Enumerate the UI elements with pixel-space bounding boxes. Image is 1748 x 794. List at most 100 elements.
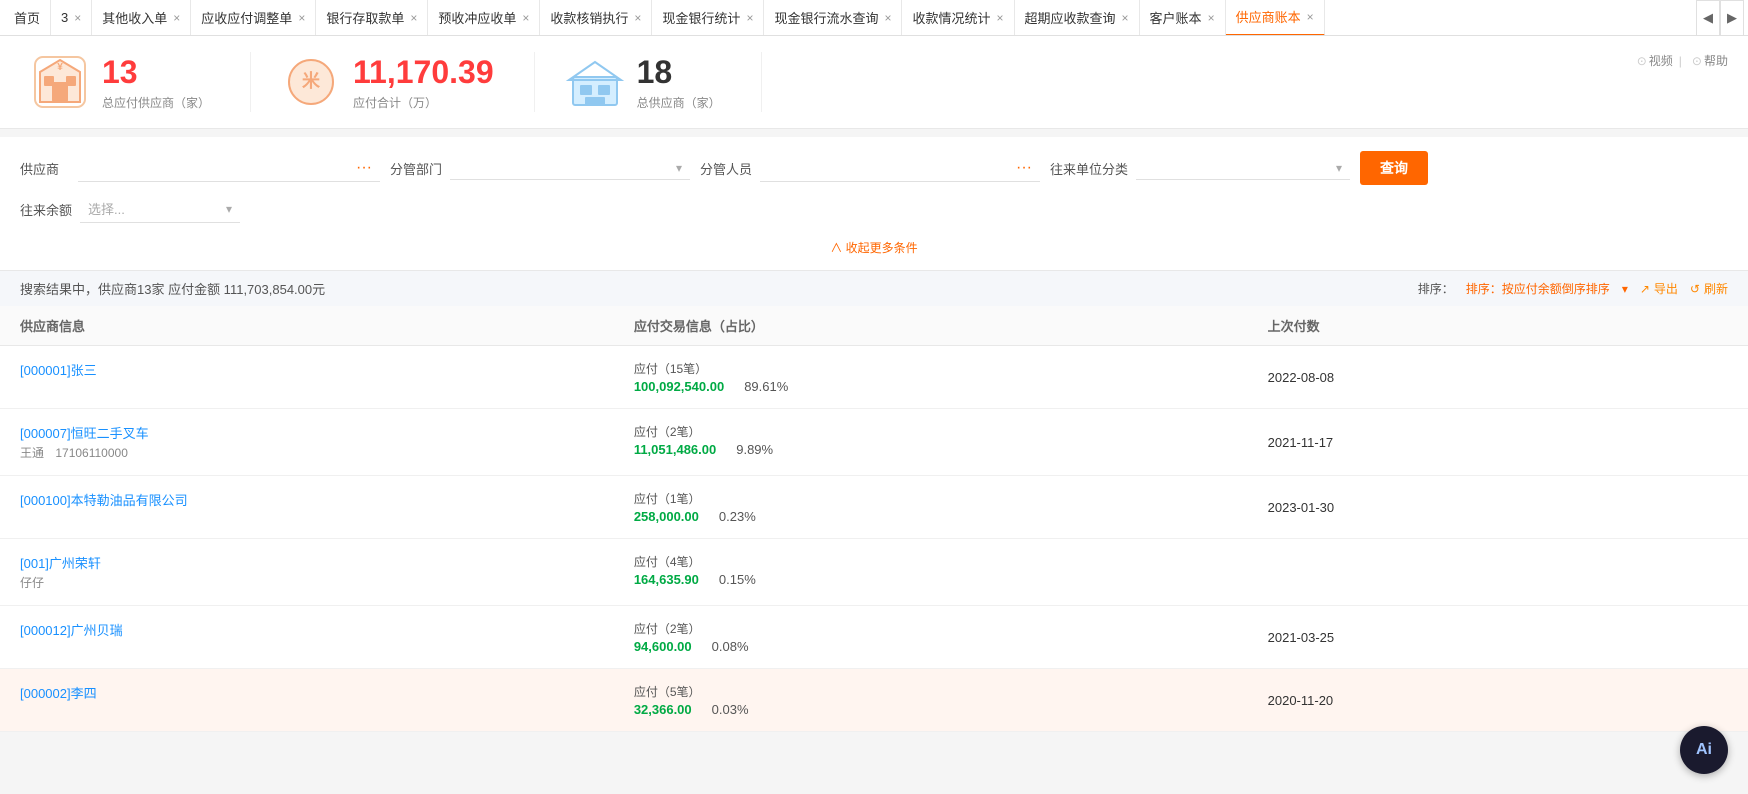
refresh-button[interactable]: ↺ 刷新 <box>1690 280 1728 297</box>
stat-total-label: 应付合计（万） <box>353 94 494 111</box>
supplier-input-container[interactable]: ··· <box>78 155 380 182</box>
supplier-name: [000002]李四 <box>20 683 634 702</box>
nav-tab-home-label: 首页 <box>14 8 40 27</box>
close-icon[interactable]: × <box>173 11 180 25</box>
nav-tab-receipt-verify[interactable]: 收款核销执行 × <box>540 0 652 36</box>
supplier-link[interactable]: [000002]李四 <box>20 686 97 701</box>
nav-tab-3-label: 3 <box>61 10 68 25</box>
shop-icon <box>565 52 625 112</box>
nav-tab-prepay-offset-label: 预收冲应收单 <box>438 8 516 27</box>
export-icon: ↗ <box>1640 282 1650 296</box>
trans-row: 164,635.90 0.15% <box>634 570 1248 587</box>
top-right-links: ⊙ 视频 | ⊙ 帮助 <box>1633 52 1728 69</box>
dept-label: 分管部门 <box>390 159 442 178</box>
ai-badge[interactable]: Ai <box>1680 726 1728 774</box>
nav-tab-ar-ap-adjust[interactable]: 应收应付调整单 × <box>191 0 316 36</box>
nav-tab-bank-deposit[interactable]: 银行存取款单 × <box>316 0 428 36</box>
video-link[interactable]: 视频 <box>1649 52 1673 69</box>
nav-scroll-arrows: ◀ ▶ <box>1696 0 1744 36</box>
chevron-down-icon: ▾ <box>1336 161 1342 175</box>
stat-total-number: 11,170.39 <box>353 53 494 91</box>
close-icon[interactable]: × <box>1208 11 1215 25</box>
nav-tab-receipt-stats[interactable]: 收款情况统计 × <box>902 0 1014 36</box>
trans-label: 应付（15笔） <box>634 360 1248 377</box>
dept-dropdown[interactable]: ▾ <box>450 157 690 180</box>
export-button[interactable]: ↗ 导出 <box>1640 280 1678 297</box>
supplier-info-cell: [000007]恒旺二手叉车 王通 17106110000 <box>20 423 634 461</box>
category-dropdown[interactable]: ▾ <box>1136 157 1350 180</box>
nav-tab-supplier-ledger[interactable]: 供应商账本 × <box>1226 0 1325 36</box>
person-input-container[interactable]: ··· <box>760 155 1040 182</box>
close-icon[interactable]: × <box>1122 11 1129 25</box>
nav-tab-overdue-ar[interactable]: 超期应收款查询 × <box>1015 0 1140 36</box>
svg-text:米: 米 <box>302 70 321 91</box>
last-payment-cell: 2021-11-17 <box>1248 435 1728 450</box>
trans-row: 100,092,540.00 89.61% <box>634 377 1248 394</box>
close-icon[interactable]: × <box>410 11 417 25</box>
transaction-info-cell: 应付（1笔） 258,000.00 0.23% <box>634 490 1248 524</box>
nav-tab-customer-ledger[interactable]: 客户账本 × <box>1140 0 1226 36</box>
supplier-icon: ¥ <box>30 52 90 112</box>
nav-tab-ar-ap-adjust-label: 应收应付调整单 <box>201 8 292 27</box>
balance-dropdown[interactable]: 选择... ▾ <box>80 195 240 223</box>
refresh-icon: ↺ <box>1690 282 1700 296</box>
close-icon[interactable]: × <box>884 11 891 25</box>
circle-play-icon: ⊙ <box>1637 54 1647 68</box>
transaction-info-cell: 应付（15笔） 100,092,540.00 89.61% <box>634 360 1248 394</box>
nav-next-arrow[interactable]: ▶ <box>1720 0 1744 36</box>
close-icon[interactable]: × <box>997 11 1004 25</box>
trans-row: 11,051,486.00 9.89% <box>634 440 1248 457</box>
supplier-link[interactable]: [001]广州荣轩 <box>20 556 101 571</box>
trans-amount: 11,051,486.00 <box>634 442 716 457</box>
sort-select[interactable]: 排序：按应付余额倒序排序 <box>1466 280 1610 297</box>
help-link[interactable]: 帮助 <box>1704 52 1728 69</box>
supplier-link[interactable]: [000007]恒旺二手叉车 <box>20 426 149 441</box>
stat-total-suppliers: 18 总供应商（家） <box>555 52 762 112</box>
last-payment-cell: 2021-03-25 <box>1248 630 1728 645</box>
category-label: 往来单位分类 <box>1050 159 1128 178</box>
query-button[interactable]: 查询 <box>1360 151 1428 185</box>
refresh-label: 刷新 <box>1704 280 1728 297</box>
nav-tab-cash-flow[interactable]: 现金银行流水查询 × <box>764 0 902 36</box>
nav-tab-3[interactable]: 3 × <box>51 0 92 36</box>
nav-tab-supplier-ledger-label: 供应商账本 <box>1236 7 1301 26</box>
col-header-supplier: 供应商信息 <box>20 316 634 335</box>
nav-tab-home[interactable]: 首页 <box>4 0 51 36</box>
trans-row: 94,600.00 0.08% <box>634 637 1248 654</box>
nav-tab-customer-ledger-label: 客户账本 <box>1150 8 1202 27</box>
collapse-label: 收起更多条件 <box>846 241 918 255</box>
supplier-link[interactable]: [000012]广州贝瑞 <box>20 623 123 638</box>
supplier-link[interactable]: [000001]张三 <box>20 363 97 378</box>
balance-placeholder: 选择... <box>88 199 226 218</box>
close-icon[interactable]: × <box>746 11 753 25</box>
last-payment-cell: 2023-01-30 <box>1248 500 1728 515</box>
close-icon[interactable]: × <box>1307 10 1314 24</box>
chevron-sort-icon: ▾ <box>1622 282 1628 296</box>
close-icon[interactable]: × <box>298 11 305 25</box>
supplier-name: [000100]本特勒油品有限公司 <box>20 490 634 509</box>
close-icon[interactable]: × <box>634 11 641 25</box>
supplier-sub: 仔仔 <box>20 574 634 591</box>
supplier-name: [000001]张三 <box>20 360 634 379</box>
supplier-info-cell: [000002]李四 <box>20 683 634 702</box>
table-row: [000100]本特勒油品有限公司 应付（1笔） 258,000.00 0.23… <box>0 476 1748 539</box>
table-row: [001]广州荣轩 仔仔 应付（4笔） 164,635.90 0.15% <box>0 539 1748 606</box>
nav-tab-other-income[interactable]: 其他收入单 × <box>92 0 191 36</box>
close-icon[interactable]: × <box>522 11 529 25</box>
collapse-bar[interactable]: ∧ 收起更多条件 <box>20 233 1728 260</box>
person-field: 分管人员 ··· <box>700 155 1040 182</box>
chevron-down-icon: ▾ <box>676 161 682 175</box>
supplier-link[interactable]: [000100]本特勒油品有限公司 <box>20 493 188 508</box>
trans-label: 应付（2笔） <box>634 620 1248 637</box>
stat-total-payable-suppliers: ¥ 13 总应付供应商（家） <box>20 52 251 112</box>
trans-amount: 258,000.00 <box>634 509 699 524</box>
dots-icon: ··· <box>356 159 372 177</box>
nav-tab-prepay-offset[interactable]: 预收冲应收单 × <box>428 0 540 36</box>
supplier-label: 供应商 <box>20 159 70 178</box>
transaction-info-cell: 应付（4笔） 164,635.90 0.15% <box>634 553 1248 587</box>
nav-tab-cash-bank-stats[interactable]: 现金银行统计 × <box>652 0 764 36</box>
nav-prev-arrow[interactable]: ◀ <box>1696 0 1720 36</box>
close-icon[interactable]: × <box>74 11 81 25</box>
nav-tab-cash-flow-label: 现金银行流水查询 <box>774 8 878 27</box>
collapse-up-icon: ∧ <box>830 241 842 255</box>
